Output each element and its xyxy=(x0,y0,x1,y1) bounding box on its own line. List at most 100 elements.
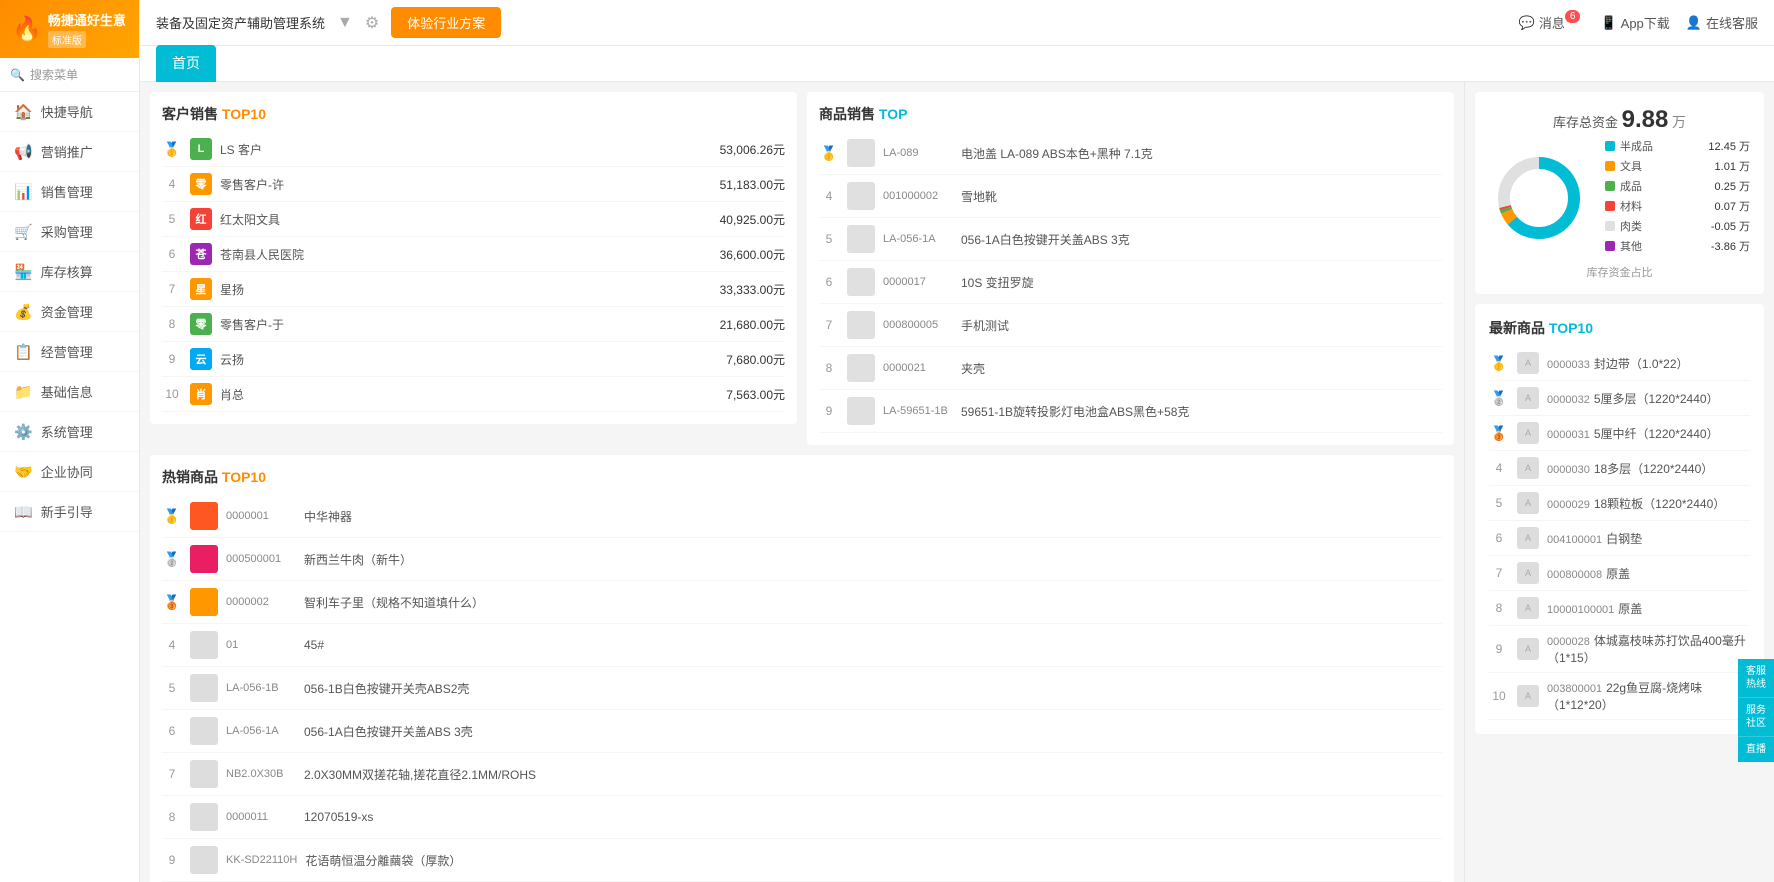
sidebar-nav-item-system[interactable]: ⚙️ 系统管理 xyxy=(0,412,139,452)
new-info-7: 000800008原盖 xyxy=(1547,565,1750,582)
sidebar-nav-item-finance[interactable]: 💰 资金管理 xyxy=(0,292,139,332)
dropdown-arrow[interactable]: ▼ xyxy=(337,14,353,32)
product-code-6: 0000017 xyxy=(883,276,953,288)
product-name-4: 雪地靴 xyxy=(961,188,1442,205)
sidebar-nav-item-collab[interactable]: 🤝 企业协同 xyxy=(0,452,139,492)
product-rank-7: 7 xyxy=(819,318,839,332)
new-img-6: A xyxy=(1517,527,1539,549)
customer-avatar-5: 红 xyxy=(190,208,212,230)
rank-num-4: 4 xyxy=(162,177,182,191)
system-icon: ⚙️ xyxy=(14,423,33,441)
new-rank-9: 9 xyxy=(1489,642,1509,656)
donut-legend: 半成品 12.45 万 文具 1.01 万 成品 0.25 万 xyxy=(1605,138,1750,258)
gear-icon[interactable]: ⚙ xyxy=(365,13,379,33)
rank-num-8: 8 xyxy=(162,317,182,331)
hot-img-8 xyxy=(190,803,218,831)
product-ranking-list: 🥇 LA-089 电池盖 LA-089 ABS本色+黑种 7.1克 4 0010… xyxy=(819,132,1442,433)
guide-label: 新手引导 xyxy=(41,502,93,521)
hot-product-row-1: 🥇 0000001 中华神器 xyxy=(162,495,1442,538)
system-label: 系统管理 xyxy=(41,422,93,441)
legend-value-finished: 0.25 万 xyxy=(1715,178,1750,194)
sidebar-nav-item-guide[interactable]: 📖 新手引导 xyxy=(0,492,139,532)
collab-label: 企业协同 xyxy=(41,462,93,481)
new-info-6: 004100001白钢垫 xyxy=(1547,530,1750,547)
message-icon: 💬 xyxy=(1519,15,1535,31)
new-medal-1: 🥇 xyxy=(1489,355,1509,372)
float-btn-hotline[interactable]: 客服热线 xyxy=(1738,659,1774,698)
customer-rank-row: 10 肖 肖总 7,563.00元 xyxy=(162,377,785,412)
hot-name-7: 2.0X30MM双搓花轴,搓花直径2.1MM/ROHS xyxy=(304,766,1442,783)
sidebar-nav-item-sales[interactable]: 📊 销售管理 xyxy=(0,172,139,212)
hot-products-title: 热销商品 TOP10 xyxy=(162,467,1442,487)
sidebar-nav-item-marketing[interactable]: 📢 营销推广 xyxy=(0,132,139,172)
product-name-9: 59651-1B旋转投影灯电池盒ABS黑色+58克 xyxy=(961,403,1442,420)
product-img-4 xyxy=(847,182,875,210)
float-btn-live[interactable]: 直播 xyxy=(1738,737,1774,762)
right-panel: 库存总资金 9.88 万 xyxy=(1464,82,1774,882)
new-products-card: 最新商品 TOP10 🥇 A 0000033封边带（1.0*22） 🥈 A 00… xyxy=(1475,304,1764,734)
legend-label-meat: 肉类 xyxy=(1620,218,1706,234)
service-icon: 👤 xyxy=(1686,15,1702,31)
sidebar-nav-item-operations[interactable]: 📋 经营管理 xyxy=(0,332,139,372)
hot-code-4: 01 xyxy=(226,639,296,651)
sidebar-nav-item-purchase[interactable]: 🛒 采购管理 xyxy=(0,212,139,252)
sidebar-nav-item-shortcuts[interactable]: 🏠 快捷导航 xyxy=(0,92,139,132)
sidebar-logo: 🔥 畅捷通好生意 标准版 xyxy=(0,0,139,58)
hot-rank-5: 5 xyxy=(162,681,182,695)
hot-name-3: 智利车子里（规格不知道填什么） xyxy=(304,594,1442,611)
new-info-1: 0000033封边带（1.0*22） xyxy=(1547,355,1750,372)
message-btn[interactable]: 💬 消息 6 xyxy=(1519,13,1585,32)
hot-product-row-8: 8 0000011 12070519-xs xyxy=(162,796,1442,839)
sidebar-nav-item-inventory[interactable]: 🏪 库存核算 xyxy=(0,252,139,292)
operations-label: 经营管理 xyxy=(41,342,93,361)
product-img-5 xyxy=(847,225,875,253)
new-img-9: A xyxy=(1517,638,1539,660)
product-code-7: 000800005 xyxy=(883,319,953,331)
float-btn-community[interactable]: 服务社区 xyxy=(1738,698,1774,737)
product-img-8 xyxy=(847,354,875,382)
legend-value-semifinished: 12.45 万 xyxy=(1708,138,1750,154)
customer-rank-row: 9 云 云扬 7,680.00元 xyxy=(162,342,785,377)
main-content: 客户销售 TOP10 🥇 L LS 客户 53,006.26元 4 xyxy=(140,82,1774,882)
experience-btn[interactable]: 体验行业方案 xyxy=(391,7,501,38)
hot-code-5: LA-056-1B xyxy=(226,682,296,694)
customer-avatar-6: 苍 xyxy=(190,243,212,265)
app-icon: 📱 xyxy=(1600,15,1616,31)
new-img-10: A xyxy=(1517,685,1539,707)
product-ranking-title: 商品销售 TOP xyxy=(819,104,1442,124)
customer-amount-1: 53,006.26元 xyxy=(720,141,785,158)
rank-num-5: 5 xyxy=(162,212,182,226)
new-product-row-7: 7 A 000800008原盖 xyxy=(1489,556,1750,591)
app-download-btn[interactable]: 📱 App下载 xyxy=(1600,13,1669,32)
customer-ranking-card: 客户销售 TOP10 🥇 L LS 客户 53,006.26元 4 xyxy=(150,92,797,424)
new-rank-5: 5 xyxy=(1489,496,1509,510)
hot-rank-7: 7 xyxy=(162,767,182,781)
hot-product-row-4: 4 01 45# xyxy=(162,624,1442,667)
hot-rank-6: 6 xyxy=(162,724,182,738)
product-rank-6: 6 xyxy=(819,275,839,289)
hot-products-card: 热销商品 TOP10 🥇 0000001 中华神器 🥈 xyxy=(150,455,1454,882)
hot-code-8: 0000011 xyxy=(226,811,296,823)
sidebar-nav-item-basics[interactable]: 📁 基础信息 xyxy=(0,372,139,412)
online-service-btn[interactable]: 👤 在线客服 xyxy=(1686,13,1758,32)
tab-home[interactable]: 首页 xyxy=(156,45,216,83)
sidebar-search[interactable]: 🔍 搜索菜单 xyxy=(0,58,139,92)
customer-amount-7: 33,333.00元 xyxy=(720,281,785,298)
new-img-8: A xyxy=(1517,597,1539,619)
hot-code-9: KK-SD22110H xyxy=(226,854,297,866)
new-img-7: A xyxy=(1517,562,1539,584)
product-name-8: 夹壳 xyxy=(961,360,1442,377)
customer-rank-row: 4 零 零售客户-许 51,183.00元 xyxy=(162,167,785,202)
hot-medal-1: 🥇 xyxy=(162,508,182,525)
product-code-5: LA-056-1A xyxy=(883,233,953,245)
new-medal-2: 🥈 xyxy=(1489,390,1509,407)
hot-product-row-6: 6 LA-056-1A 056-1A白色按键开关盖ABS 3壳 xyxy=(162,710,1442,753)
main-left: 客户销售 TOP10 🥇 L LS 客户 53,006.26元 4 xyxy=(140,82,1464,882)
sales-label: 销售管理 xyxy=(41,182,93,201)
hot-rank-9: 9 xyxy=(162,853,182,867)
new-img-2: A xyxy=(1517,387,1539,409)
legend-label-material: 材料 xyxy=(1620,198,1710,214)
customer-avatar-1: L xyxy=(190,138,212,160)
inventory-card: 库存总资金 9.88 万 xyxy=(1475,92,1764,294)
legend-value-meat: -0.05 万 xyxy=(1711,218,1750,234)
